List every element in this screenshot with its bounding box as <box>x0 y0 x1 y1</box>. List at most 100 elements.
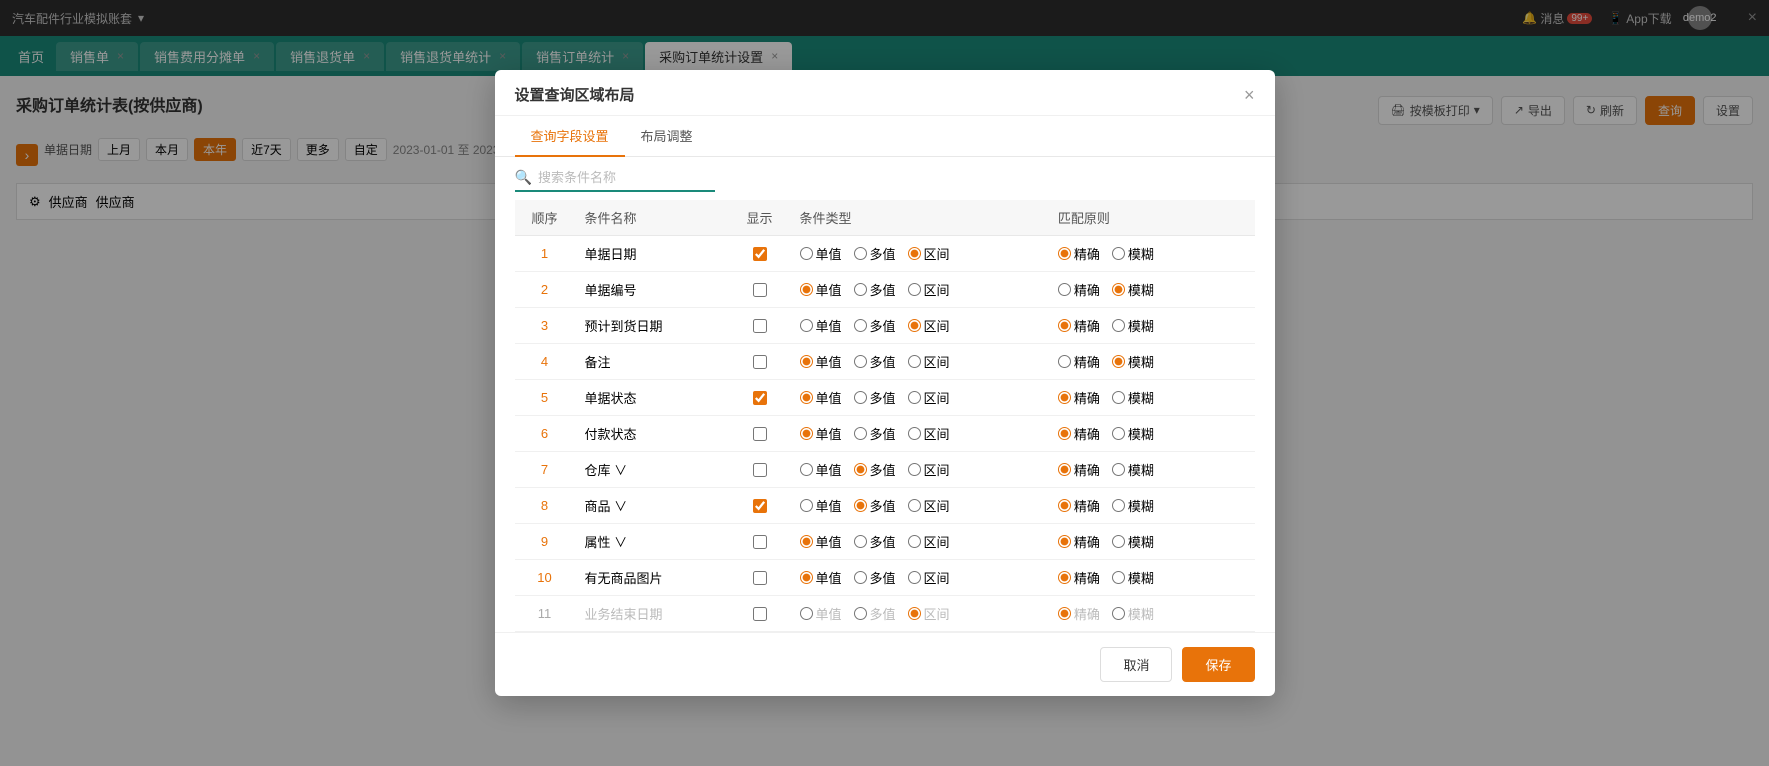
type-radio-item[interactable]: 区间 <box>908 280 950 299</box>
match-radio-item[interactable]: 模糊 <box>1112 388 1154 407</box>
type-radio-item[interactable]: 单值 <box>800 316 842 335</box>
match-radio-item[interactable]: 模糊 <box>1112 424 1154 443</box>
display-checkbox[interactable] <box>753 247 767 261</box>
type-radio-item[interactable]: 单值 <box>800 352 842 371</box>
col-type-header: 条件类型 <box>790 200 1048 236</box>
cancel-button[interactable]: 取消 <box>1100 647 1172 682</box>
table-row: 9属性 ∨单值多值区间精确模糊 <box>515 524 1255 560</box>
match-radio-item[interactable]: 精确 <box>1058 352 1100 371</box>
match-radio-item[interactable]: 模糊 <box>1112 568 1154 587</box>
row-match-cell: 精确模糊 <box>1048 236 1255 272</box>
type-radio-item[interactable]: 区间 <box>908 244 950 263</box>
type-radio-item[interactable]: 区间 <box>908 388 950 407</box>
match-radio-item[interactable]: 模糊 <box>1112 316 1154 335</box>
table-row: 11业务结束日期单值多值区间精确模糊 <box>515 596 1255 632</box>
type-radio-item[interactable]: 单值 <box>800 388 842 407</box>
match-radio-item[interactable]: 精确 <box>1058 424 1100 443</box>
row-condition-name: 业务结束日期 <box>575 596 730 632</box>
row-match-cell: 精确模糊 <box>1048 272 1255 308</box>
match-radio-item[interactable]: 精确 <box>1058 244 1100 263</box>
display-checkbox[interactable] <box>753 571 767 585</box>
match-radio-item[interactable]: 模糊 <box>1112 496 1154 515</box>
match-radio-item[interactable]: 模糊 <box>1112 460 1154 479</box>
type-radio-item[interactable]: 单值 <box>800 568 842 587</box>
row-display-cell <box>730 272 790 308</box>
type-radio-item[interactable]: 多值 <box>854 496 896 515</box>
type-radio-item[interactable]: 区间 <box>908 352 950 371</box>
type-radio-item[interactable]: 单值 <box>800 532 842 551</box>
row-seq: 7 <box>515 452 575 488</box>
match-radio-item[interactable]: 精确 <box>1058 280 1100 299</box>
type-radio-item[interactable]: 多值 <box>854 604 896 623</box>
row-condition-name: 属性 ∨ <box>575 524 730 560</box>
type-radio-item[interactable]: 单值 <box>800 244 842 263</box>
type-radio-item[interactable]: 单值 <box>800 460 842 479</box>
type-radio-item[interactable]: 区间 <box>908 532 950 551</box>
display-checkbox[interactable] <box>753 463 767 477</box>
dialog-tab-query-fields[interactable]: 查询字段设置 <box>515 116 625 157</box>
type-radio-item[interactable]: 区间 <box>908 604 950 623</box>
display-checkbox[interactable] <box>753 607 767 621</box>
dialog-close-btn[interactable]: × <box>1244 86 1255 104</box>
row-type-cell: 单值多值区间 <box>790 452 1048 488</box>
type-radio-item[interactable]: 区间 <box>908 568 950 587</box>
row-type-cell: 单值多值区间 <box>790 380 1048 416</box>
save-button[interactable]: 保存 <box>1182 647 1254 682</box>
type-radio-item[interactable]: 多值 <box>854 460 896 479</box>
display-checkbox[interactable] <box>753 283 767 297</box>
type-radio-item[interactable]: 区间 <box>908 316 950 335</box>
match-radio-item[interactable]: 模糊 <box>1112 532 1154 551</box>
table-row: 4备注单值多值区间精确模糊 <box>515 344 1255 380</box>
type-radio-item[interactable]: 区间 <box>908 424 950 443</box>
type-radio-item[interactable]: 多值 <box>854 316 896 335</box>
table-row: 3预计到货日期单值多值区间精确模糊 <box>515 308 1255 344</box>
type-radio-item[interactable]: 区间 <box>908 496 950 515</box>
row-match-cell: 精确模糊 <box>1048 416 1255 452</box>
match-radio-item[interactable]: 精确 <box>1058 316 1100 335</box>
type-radio-item[interactable]: 区间 <box>908 460 950 479</box>
row-condition-name: 单据状态 <box>575 380 730 416</box>
match-radio-item[interactable]: 模糊 <box>1112 280 1154 299</box>
dialog-table-wrap: 顺序 条件名称 显示 条件类型 匹配原则 1单据日期单值多值区间精确模糊2单据编… <box>495 200 1275 632</box>
search-input[interactable] <box>538 170 708 185</box>
match-radio-item[interactable]: 精确 <box>1058 460 1100 479</box>
type-radio-item[interactable]: 多值 <box>854 532 896 551</box>
row-condition-name: 付款状态 <box>575 416 730 452</box>
type-radio-item[interactable]: 多值 <box>854 568 896 587</box>
table-row: 2单据编号单值多值区间精确模糊 <box>515 272 1255 308</box>
row-display-cell <box>730 596 790 632</box>
match-radio-item[interactable]: 精确 <box>1058 568 1100 587</box>
type-radio-item[interactable]: 多值 <box>854 424 896 443</box>
match-radio-item[interactable]: 模糊 <box>1112 352 1154 371</box>
match-radio-item[interactable]: 模糊 <box>1112 604 1154 623</box>
table-row: 8商品 ∨单值多值区间精确模糊 <box>515 488 1255 524</box>
display-checkbox[interactable] <box>753 535 767 549</box>
match-radio-item[interactable]: 模糊 <box>1112 244 1154 263</box>
type-radio-item[interactable]: 单值 <box>800 280 842 299</box>
display-checkbox[interactable] <box>753 355 767 369</box>
dialog-tab-layout[interactable]: 布局调整 <box>625 116 709 157</box>
row-display-cell <box>730 308 790 344</box>
display-checkbox[interactable] <box>753 499 767 513</box>
type-radio-item[interactable]: 单值 <box>800 496 842 515</box>
row-seq: 6 <box>515 416 575 452</box>
row-seq: 4 <box>515 344 575 380</box>
type-radio-item[interactable]: 多值 <box>854 352 896 371</box>
type-radio-item[interactable]: 多值 <box>854 388 896 407</box>
type-radio-item[interactable]: 多值 <box>854 244 896 263</box>
display-checkbox[interactable] <box>753 427 767 441</box>
row-condition-name: 仓库 ∨ <box>575 452 730 488</box>
row-match-cell: 精确模糊 <box>1048 452 1255 488</box>
match-radio-item[interactable]: 精确 <box>1058 604 1100 623</box>
display-checkbox[interactable] <box>753 391 767 405</box>
match-radio-item[interactable]: 精确 <box>1058 496 1100 515</box>
display-checkbox[interactable] <box>753 319 767 333</box>
type-radio-item[interactable]: 单值 <box>800 424 842 443</box>
type-radio-item[interactable]: 单值 <box>800 604 842 623</box>
match-radio-item[interactable]: 精确 <box>1058 532 1100 551</box>
row-type-cell: 单值多值区间 <box>790 272 1048 308</box>
table-row: 1单据日期单值多值区间精确模糊 <box>515 236 1255 272</box>
row-display-cell <box>730 416 790 452</box>
match-radio-item[interactable]: 精确 <box>1058 388 1100 407</box>
type-radio-item[interactable]: 多值 <box>854 280 896 299</box>
